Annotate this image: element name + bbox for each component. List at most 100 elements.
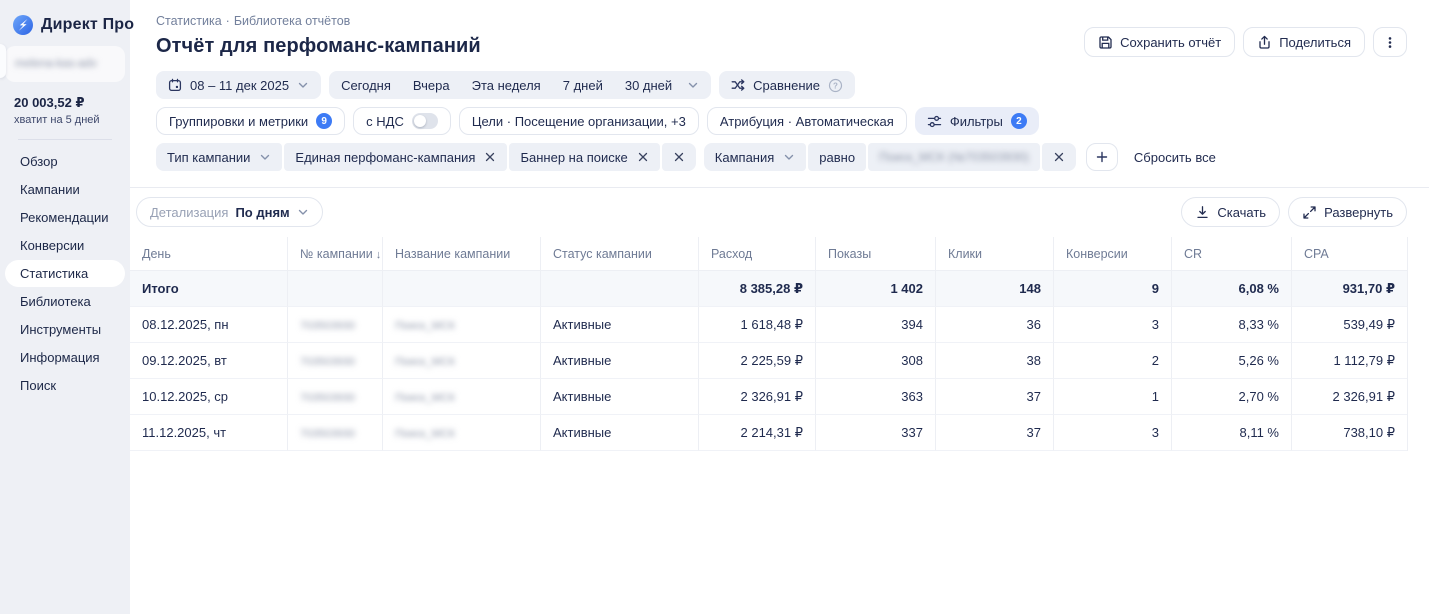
download-icon xyxy=(1197,205,1208,218)
detail-value: По дням xyxy=(235,204,290,220)
sidebar-collapse-handle[interactable] xyxy=(0,44,6,78)
col-conversions[interactable]: Конверсии xyxy=(1053,237,1171,271)
breadcrumb-report-library[interactable]: Библиотека отчётов xyxy=(234,14,351,28)
cell-conversions: 2 xyxy=(1053,343,1171,379)
balance-block[interactable]: 20 003,52 ₽ хватит на 5 дней xyxy=(14,95,116,126)
campaign-operator[interactable]: равно xyxy=(808,143,867,171)
help-icon[interactable]: ? xyxy=(828,78,843,93)
range-7-days[interactable]: 7 дней xyxy=(563,78,603,93)
download-button[interactable]: Скачать xyxy=(1181,197,1281,227)
vat-label: с НДС xyxy=(366,113,404,129)
cell-impressions: 308 xyxy=(815,343,935,379)
sidebar: Директ Про melena-kas-adv 20 003,52 ₽ хв… xyxy=(0,0,134,614)
range-yesterday[interactable]: Вчера xyxy=(413,78,450,93)
cell-day: 10.12.2025, ср xyxy=(130,379,287,415)
col-clicks[interactable]: Клики xyxy=(935,237,1053,271)
cell-campaign-id: 703503930 xyxy=(287,379,382,415)
comparison-toggle[interactable]: Сравнение ? xyxy=(719,71,856,99)
filter-value-label: Баннер на поиске xyxy=(520,149,628,165)
campaign-filter-value[interactable]: Поиск_МСК (№703503930) xyxy=(868,143,1040,171)
table-actions: Скачать Развернуть xyxy=(1181,197,1407,227)
table-row[interactable]: 08.12.2025, пн 703503930 Поиск_МСК Актив… xyxy=(130,307,1429,343)
reset-all-filters[interactable]: Сбросить все xyxy=(1134,150,1216,165)
filter-value-unified-performance[interactable]: Единая перфоманс-кампания xyxy=(284,143,508,171)
account-switcher[interactable]: melena-kas-adv xyxy=(5,46,125,82)
cell-campaign-name: Поиск_МСК xyxy=(382,415,540,451)
share-label: Поделиться xyxy=(1279,34,1351,50)
expand-button[interactable]: Развернуть xyxy=(1288,197,1407,227)
table-row[interactable]: 11.12.2025, чт 703503930 Поиск_МСК Актив… xyxy=(130,415,1429,451)
sidebar-item-tools[interactable]: Инструменты xyxy=(5,316,125,343)
sidebar-item-search[interactable]: Поиск xyxy=(5,372,125,399)
cell-clicks: 38 xyxy=(935,343,1053,379)
col-cost[interactable]: Расход xyxy=(698,237,815,271)
add-filter-button[interactable] xyxy=(1085,143,1118,171)
date-range-picker[interactable]: 08 – 11 дек 2025 xyxy=(156,71,322,99)
expand-label: Развернуть xyxy=(1324,204,1393,220)
cell-clicks: 37 xyxy=(935,415,1053,451)
totals-label: Итого xyxy=(130,271,287,307)
col-cr[interactable]: CR xyxy=(1171,237,1291,271)
groupings-label: Группировки и метрики xyxy=(169,113,309,129)
vat-toggle[interactable] xyxy=(411,113,438,129)
totals-status xyxy=(540,271,698,307)
breadcrumb-statistics[interactable]: Статистика xyxy=(156,14,222,28)
balance-amount: 20 003,52 ₽ xyxy=(14,95,85,110)
range-today[interactable]: Сегодня xyxy=(341,78,391,93)
col-impressions[interactable]: Показы xyxy=(815,237,935,271)
range-30-days[interactable]: 30 дней xyxy=(625,78,672,93)
col-day[interactable]: День xyxy=(130,237,287,271)
filter-value-search-banner[interactable]: Баннер на поиске xyxy=(509,143,660,171)
remove-campaign-filter-button[interactable] xyxy=(1041,143,1076,171)
cell-conversions: 1 xyxy=(1053,379,1171,415)
chevron-down-icon[interactable] xyxy=(687,79,699,91)
table-row[interactable]: 09.12.2025, вт 703503930 Поиск_МСК Актив… xyxy=(130,343,1429,379)
logo[interactable]: Директ Про xyxy=(12,14,134,36)
share-button[interactable]: Поделиться xyxy=(1243,27,1365,57)
cell-campaign-name: Поиск_МСК xyxy=(382,307,540,343)
campaign-selector[interactable]: Кампания xyxy=(703,143,807,171)
attribution-button[interactable]: Атрибуция · Автоматическая xyxy=(706,107,907,135)
toggle-knob xyxy=(413,115,426,127)
cell-cpa: 2 326,91 ₽ xyxy=(1291,379,1407,415)
report-table: День № кампании ↓ Название кампании Стату… xyxy=(130,237,1429,451)
remove-value-icon[interactable] xyxy=(484,151,496,163)
col-campaign-name[interactable]: Название кампании xyxy=(382,237,540,271)
detail-selector[interactable]: Детализация По дням xyxy=(136,197,323,227)
header-actions: Сохранить отчёт Поделиться xyxy=(1084,27,1407,58)
more-actions-button[interactable] xyxy=(1373,27,1407,57)
col-cpa[interactable]: CPA xyxy=(1291,237,1407,271)
campaign-type-selector[interactable]: Тип кампании xyxy=(156,143,283,171)
groupings-metrics-button[interactable]: Группировки и метрики 9 xyxy=(156,107,346,135)
breadcrumb: Статистика · Библиотека отчётов xyxy=(156,14,481,28)
vat-toggle-chip[interactable]: с НДС xyxy=(353,107,451,135)
blurred-campaign-name: Поиск_МСК xyxy=(395,320,456,332)
remove-type-filter-button[interactable] xyxy=(661,143,696,171)
sidebar-item-conversions[interactable]: Конверсии xyxy=(5,232,125,259)
sidebar-item-information[interactable]: Информация xyxy=(5,344,125,371)
remove-value-icon[interactable] xyxy=(637,151,649,163)
direct-pro-logo-icon xyxy=(13,15,33,35)
sidebar-item-library[interactable]: Библиотека xyxy=(5,288,125,315)
save-report-button[interactable]: Сохранить отчёт xyxy=(1084,27,1236,57)
expand-icon xyxy=(1303,205,1316,219)
chevron-down-icon xyxy=(298,82,308,88)
range-this-week[interactable]: Эта неделя xyxy=(472,78,541,93)
cell-campaign-id: 703503930 xyxy=(287,415,382,451)
filter-value-label: Единая перфоманс-кампания xyxy=(295,149,476,165)
svg-text:?: ? xyxy=(833,81,838,90)
col-status[interactable]: Статус кампании xyxy=(540,237,698,271)
cell-impressions: 337 xyxy=(815,415,935,451)
campaign-name-filter: Кампания равно Поиск_МСК (№703503930) xyxy=(703,143,1076,171)
close-icon xyxy=(674,152,683,162)
sidebar-item-overview[interactable]: Обзор xyxy=(5,148,125,175)
filters-button[interactable]: Фильтры 2 xyxy=(914,107,1039,135)
share-icon xyxy=(1259,35,1270,49)
table-row[interactable]: 10.12.2025, ср 703503930 Поиск_МСК Актив… xyxy=(130,379,1429,415)
goals-button[interactable]: Цели · Посещение организации, +3 xyxy=(458,107,699,135)
sidebar-item-recommendations[interactable]: Рекомендации xyxy=(5,204,125,231)
sidebar-item-campaigns[interactable]: Кампании xyxy=(5,176,125,203)
sidebar-item-statistics[interactable]: Статистика xyxy=(5,260,125,287)
quick-ranges: Сегодня Вчера Эта неделя 7 дней 30 дней xyxy=(329,71,712,99)
col-campaign-id[interactable]: № кампании ↓ xyxy=(287,237,382,271)
